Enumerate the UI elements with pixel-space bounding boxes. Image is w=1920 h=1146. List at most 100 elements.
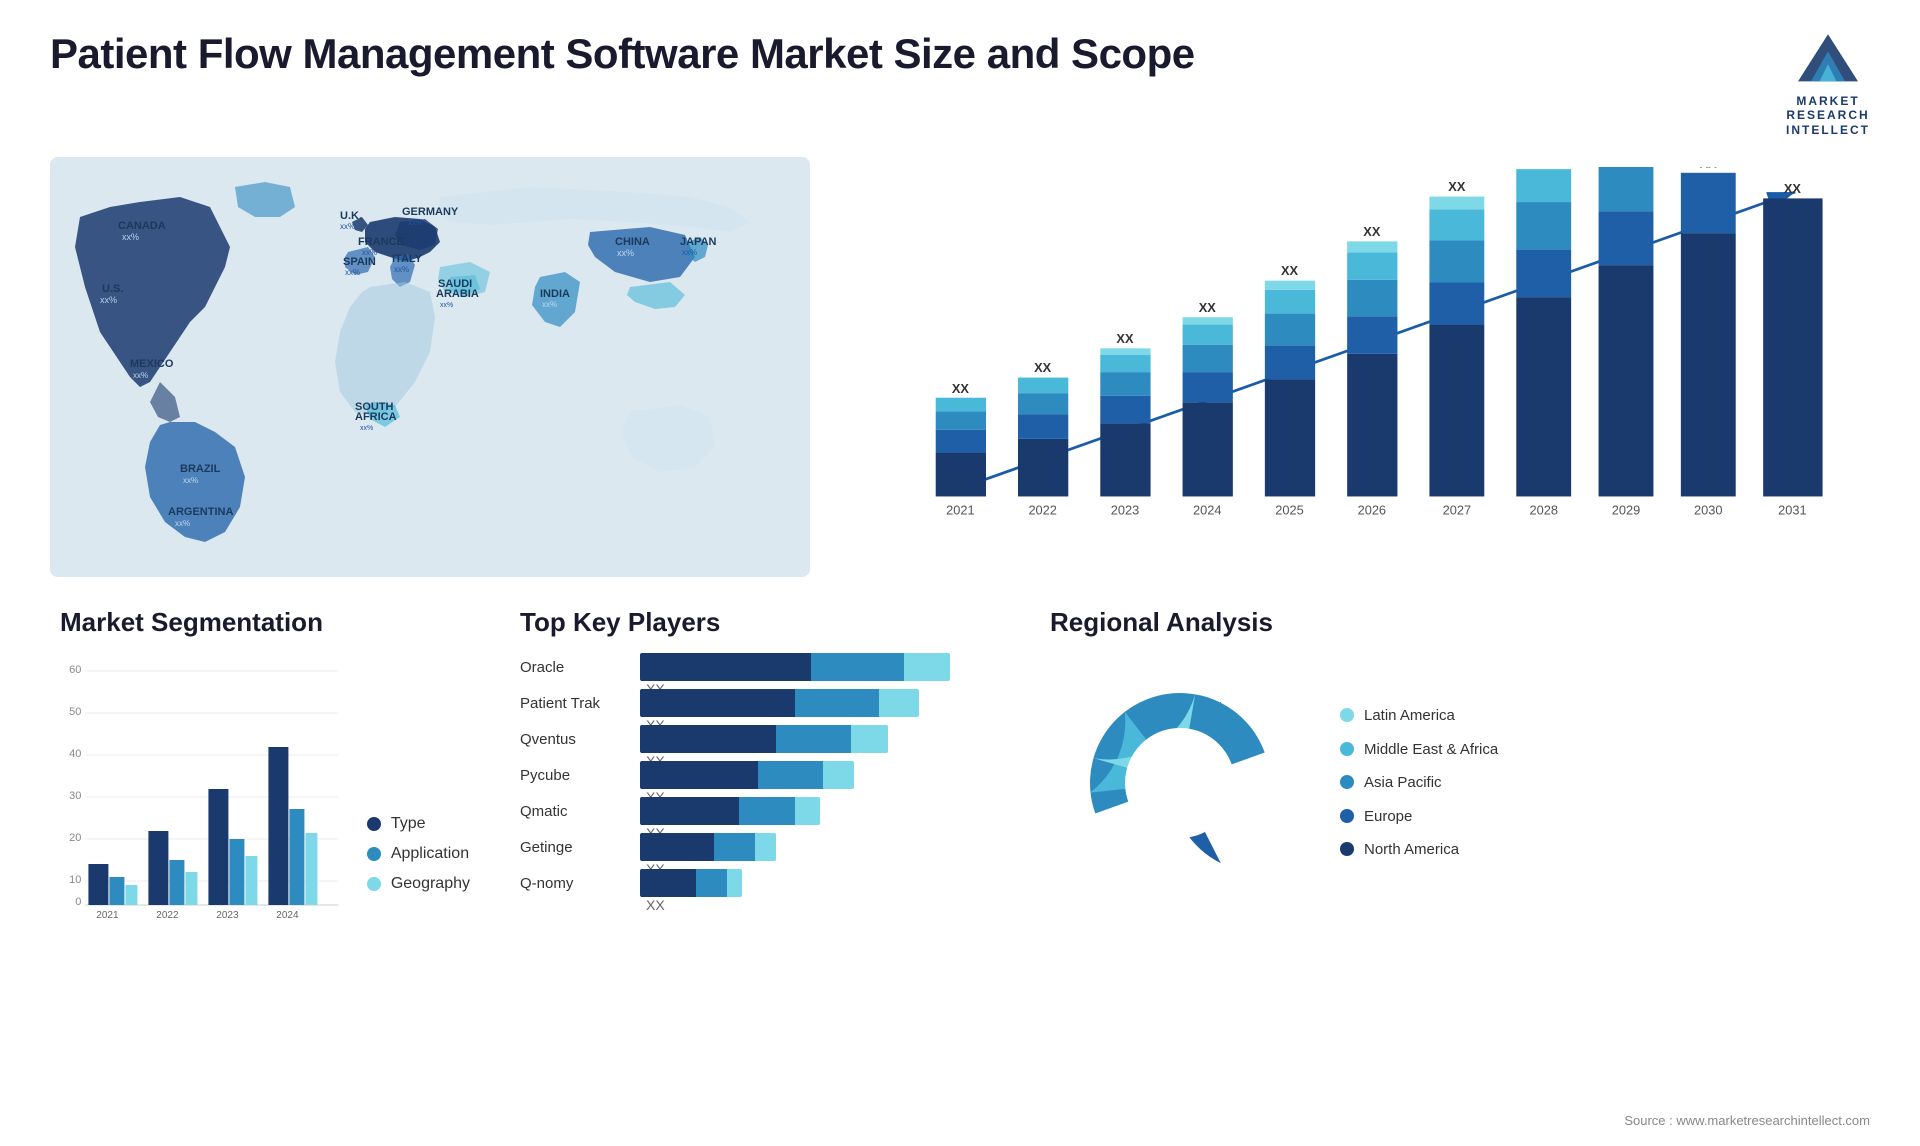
seg-legend: Type Application Geography <box>367 815 470 923</box>
company-logo-icon <box>1788 30 1868 90</box>
top-section: CANADA xx% U.S. xx% MEXICO xx% BRAZIL xx… <box>50 157 1870 577</box>
svg-text:JAPAN: JAPAN <box>680 236 717 248</box>
player-bar-container: XX <box>640 725 1000 753</box>
svg-text:U.K.: U.K. <box>340 210 362 222</box>
svg-text:2022: 2022 <box>1028 503 1056 518</box>
page-container: Patient Flow Management Software Market … <box>0 0 1920 1146</box>
svg-text:ARABIA: ARABIA <box>436 288 479 300</box>
player-row: GetingeXX <box>520 833 1000 861</box>
source-text: Source : www.marketresearchintellect.com <box>1624 1113 1870 1128</box>
svg-text:MEXICO: MEXICO <box>130 358 174 370</box>
svg-text:xx%: xx% <box>345 268 360 277</box>
svg-text:xx%: xx% <box>175 519 190 528</box>
regional-legend-item: Middle East & Africa <box>1340 740 1498 760</box>
key-players-section: Top Key Players OracleXXPatient TrakXXQv… <box>510 607 1010 997</box>
bar-chart-container: XX 2021 XX 2022 <box>850 157 1870 577</box>
svg-text:20: 20 <box>69 832 81 844</box>
player-bar <box>640 653 1000 681</box>
svg-text:2026: 2026 <box>1358 503 1386 518</box>
regional-content: Latin America Middle East & Africa Asia Pa… <box>1050 653 1860 913</box>
player-bar-container: XX <box>640 689 1000 717</box>
player-row: Patient TrakXX <box>520 689 1000 717</box>
svg-text:xx%: xx% <box>542 300 557 309</box>
regional-legend: Latin America Middle East & Africa Asia Pa… <box>1340 706 1498 860</box>
svg-text:xx%: xx% <box>682 248 697 257</box>
player-bar-container: XX <box>640 761 1000 789</box>
svg-text:2023: 2023 <box>216 910 239 921</box>
svg-text:U.S.: U.S. <box>102 283 123 295</box>
regional-legend-dot <box>1340 809 1354 823</box>
svg-text:XX: XX <box>1116 331 1134 346</box>
svg-text:2024: 2024 <box>1193 503 1221 518</box>
svg-text:SPAIN: SPAIN <box>343 256 376 268</box>
player-bar <box>640 797 1000 825</box>
svg-text:INDIA: INDIA <box>540 288 570 300</box>
regional-title: Regional Analysis <box>1050 607 1860 638</box>
svg-text:2029: 2029 <box>1612 503 1640 518</box>
legend-application-label: Application <box>391 845 469 863</box>
regional-legend-label: Asia Pacific <box>1364 773 1442 793</box>
svg-text:30: 30 <box>69 790 81 802</box>
regional-legend-dot <box>1340 775 1354 789</box>
bottom-section: Market Segmentation 60 50 40 30 20 10 0 <box>50 607 1870 997</box>
player-name: Q-nomy <box>520 875 630 892</box>
svg-text:2021: 2021 <box>946 503 974 518</box>
market-segmentation-section: Market Segmentation 60 50 40 30 20 10 0 <box>50 607 480 997</box>
world-map-container: CANADA xx% U.S. xx% MEXICO xx% BRAZIL xx… <box>50 157 810 577</box>
player-name: Pycube <box>520 767 630 784</box>
player-bar <box>640 725 1000 753</box>
player-row: Qventus XX <box>520 725 1000 753</box>
svg-text:ARGENTINA: ARGENTINA <box>168 506 233 518</box>
svg-text:xx%: xx% <box>133 371 148 380</box>
svg-text:2028: 2028 <box>1529 503 1557 518</box>
regional-legend-item: Latin America <box>1340 706 1498 726</box>
logo-container: MARKET RESEARCH INTELLECT <box>1786 30 1870 137</box>
logo-line3: INTELLECT <box>1786 123 1870 137</box>
svg-text:xx%: xx% <box>360 425 373 432</box>
svg-text:XX: XX <box>1448 179 1466 194</box>
legend-geography-label: Geography <box>391 875 470 893</box>
svg-text:xx%: xx% <box>617 248 634 258</box>
svg-text:2024: 2024 <box>276 910 299 921</box>
player-row: Pycube XX <box>520 761 1000 789</box>
player-name: Oracle <box>520 659 630 676</box>
legend-dot-geography <box>367 877 381 891</box>
key-players-title: Top Key Players <box>520 607 1000 638</box>
svg-text:60: 60 <box>69 664 81 676</box>
player-name: Qventus <box>520 731 630 748</box>
svg-text:CANADA: CANADA <box>118 220 166 232</box>
bar-chart-svg: XX 2021 XX 2022 <box>890 167 1850 537</box>
player-bar <box>640 833 1000 861</box>
donut-chart-svg <box>1050 653 1310 913</box>
svg-text:XX: XX <box>1199 300 1217 315</box>
svg-text:XX: XX <box>1363 224 1381 239</box>
regional-legend-label: North America <box>1364 840 1459 860</box>
svg-text:GERMANY: GERMANY <box>402 206 459 218</box>
svg-text:2023: 2023 <box>1111 503 1139 518</box>
svg-text:BRAZIL: BRAZIL <box>180 463 221 475</box>
svg-text:2031: 2031 <box>1778 503 1806 518</box>
svg-text:AFRICA: AFRICA <box>355 411 397 423</box>
svg-text:40: 40 <box>69 748 81 760</box>
page-title: Patient Flow Management Software Market … <box>50 30 1195 78</box>
market-seg-title: Market Segmentation <box>60 607 470 638</box>
player-bar-container: XX <box>640 653 1000 681</box>
legend-application: Application <box>367 845 470 863</box>
logo-line2: RESEARCH <box>1786 108 1870 122</box>
svg-text:0: 0 <box>75 896 81 908</box>
player-bar-container: XX <box>640 797 1000 825</box>
player-bar-container: XX <box>640 833 1000 861</box>
player-row: Oracle XX <box>520 653 1000 681</box>
regional-legend-label: Latin America <box>1364 706 1455 726</box>
regional-analysis-section: Regional Analysis <box>1040 607 1870 997</box>
legend-dot-application <box>367 847 381 861</box>
svg-text:xx%: xx% <box>440 302 453 309</box>
seg-chart-area: 60 50 40 30 20 10 0 <box>60 653 470 923</box>
player-bar <box>640 869 1000 897</box>
svg-text:xx%: xx% <box>183 476 198 485</box>
players-list: OracleXXPatient TrakXXQventusXXPycubeXXQ… <box>520 653 1000 897</box>
svg-text:xx%: xx% <box>408 218 423 227</box>
svg-text:2027: 2027 <box>1443 503 1471 518</box>
regional-legend-label: Europe <box>1364 807 1412 827</box>
svg-text:2022: 2022 <box>156 910 179 921</box>
